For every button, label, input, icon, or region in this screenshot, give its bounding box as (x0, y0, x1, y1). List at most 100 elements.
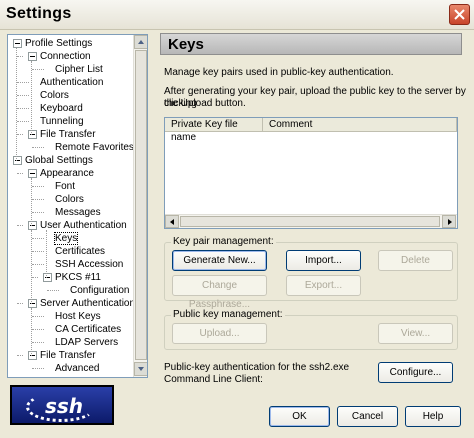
tree-item[interactable]: File Transfer (40, 349, 96, 362)
change-passphrase-button[interactable]: Change Passphrase... (172, 275, 267, 310)
right-arrow-icon (448, 219, 452, 225)
description-text: Manage key pairs used in public-key auth… (164, 67, 394, 78)
tree-item[interactable]: Configuration (70, 284, 129, 297)
export-button[interactable]: Export... (286, 275, 361, 296)
generate-new-button[interactable]: Generate New... (172, 250, 267, 271)
key-pair-management-legend: Key pair management: (171, 236, 276, 247)
collapse-toggle-icon[interactable] (28, 221, 37, 230)
delete-button[interactable]: Delete (378, 250, 453, 271)
ok-button[interactable]: OK (269, 406, 330, 427)
panel-title: Keys (168, 36, 204, 53)
tree-item-label: Profile Settings (25, 38, 93, 49)
scroll-right-button[interactable] (442, 215, 456, 228)
tree-item-label: Authentication (40, 77, 104, 88)
list-horizontal-scrollbar[interactable] (165, 214, 457, 228)
tree-item[interactable]: Profile Settings (25, 37, 92, 50)
window-title: Settings (6, 5, 72, 22)
collapse-toggle-icon[interactable] (43, 273, 52, 282)
tree-scrollbar[interactable] (133, 35, 147, 377)
tree-item[interactable]: Appearance (40, 167, 94, 180)
tree-item[interactable]: Host Keys (55, 310, 101, 323)
tree-item-label: PKCS #11 (55, 272, 101, 283)
tree-item[interactable]: Messages (55, 206, 101, 219)
up-arrow-icon (138, 40, 144, 44)
tree-item[interactable]: Remote Favorites (55, 141, 134, 154)
tree-item-label: Messages (55, 207, 101, 218)
cancel-button[interactable]: Cancel (337, 406, 398, 427)
tree-item-label: User Authentication (40, 220, 127, 231)
tree-item-label: LDAP Servers (55, 337, 119, 348)
panel-header: Keys (160, 33, 462, 55)
tree-item-label: Advanced (55, 363, 100, 374)
column-header-private-key[interactable]: Private Key file name (165, 118, 263, 143)
column-header-comment[interactable]: Comment (263, 118, 457, 132)
tree-item[interactable]: SSH Accession (55, 258, 123, 271)
tree-item[interactable]: Cipher List (55, 63, 103, 76)
tree-item[interactable]: Font (55, 180, 75, 193)
tree-item-label: Keyboard (40, 103, 83, 114)
collapse-toggle-icon[interactable] (28, 52, 37, 61)
tree-item-label: File Transfer (40, 350, 96, 361)
tree-item-label: Global Settings (25, 155, 93, 166)
collapse-toggle-icon[interactable] (13, 39, 22, 48)
tree-item[interactable]: Keyboard (40, 102, 83, 115)
scroll-up-button[interactable] (134, 35, 147, 49)
public-key-management-legend: Public key management: (171, 309, 285, 320)
left-arrow-icon (170, 219, 174, 225)
tree-item[interactable]: Colors (55, 193, 84, 206)
upload-button[interactable]: Upload... (172, 323, 267, 344)
tree-item[interactable]: CA Certificates (55, 323, 121, 336)
scroll-thumb[interactable] (135, 50, 147, 360)
tree-item[interactable]: Tunneling (40, 115, 84, 128)
cmdline-label-line-2: Command Line Client: (164, 374, 263, 385)
cmdline-label-line-1: Public-key authentication for the ssh2.e… (164, 362, 350, 373)
keys-list[interactable]: Private Key file name Comment (164, 117, 458, 229)
tree-item[interactable]: Connection (40, 50, 91, 63)
close-icon (454, 9, 465, 20)
horizontal-scroll-thumb[interactable] (180, 216, 440, 227)
tree-item-label: Tunneling (40, 116, 84, 127)
tree-item-label: Cipher List (55, 64, 103, 75)
down-arrow-icon (138, 367, 144, 371)
collapse-toggle-icon[interactable] (28, 351, 37, 360)
view-button[interactable]: View... (378, 323, 453, 344)
tree-item-label: Colors (55, 194, 84, 205)
tree-item[interactable]: Global Settings (25, 154, 93, 167)
title-bar: Settings (0, 0, 474, 30)
scroll-down-button[interactable] (134, 362, 147, 376)
tree-item-label: Connection (40, 51, 91, 62)
tree-item[interactable]: User Authentication (40, 219, 127, 232)
scroll-left-button[interactable] (165, 215, 179, 228)
configure-button[interactable]: Configure... (378, 362, 453, 383)
tree-item-label: Remote Favorites (55, 142, 134, 153)
tree-item[interactable]: Advanced (55, 362, 99, 375)
tree-item[interactable]: File Transfer (40, 128, 96, 141)
tree-item-label: Host Keys (55, 311, 101, 322)
tree-item-label: Font (55, 181, 76, 192)
logo-text: ssh (45, 394, 84, 418)
collapse-toggle-icon[interactable] (13, 156, 22, 165)
tree-item[interactable]: Keys (53, 232, 79, 245)
ssh-logo: ssh (10, 385, 114, 425)
tree-item-label: Appearance (40, 168, 94, 179)
collapse-toggle-icon[interactable] (28, 169, 37, 178)
instructions-line-2: the Upload button. (164, 98, 246, 109)
tree-item-label: File Transfer (40, 129, 96, 140)
tree-item[interactable]: Colors (40, 89, 69, 102)
tree-item-label: Configuration (70, 285, 130, 296)
tree-item-label: Server Authentication (40, 298, 136, 309)
settings-tree[interactable]: Profile Settings Connection Cipher List Aut… (7, 34, 148, 378)
close-button[interactable] (449, 4, 470, 25)
tree-item[interactable]: Certificates (55, 245, 105, 258)
tree-item-label: Keys (53, 232, 79, 245)
import-button[interactable]: Import... (286, 250, 361, 271)
tree-item-label: Colors (40, 90, 69, 101)
collapse-toggle-icon[interactable] (28, 130, 37, 139)
help-button[interactable]: Help (405, 406, 461, 427)
collapse-toggle-icon[interactable] (28, 299, 37, 308)
tree-item[interactable]: Authentication (40, 76, 103, 89)
tree-item[interactable]: LDAP Servers (55, 336, 118, 349)
tree-item-label: CA Certificates (55, 324, 122, 335)
tree-item[interactable]: PKCS #11 (55, 271, 101, 284)
tree-item[interactable]: Server Authentication (40, 297, 135, 310)
